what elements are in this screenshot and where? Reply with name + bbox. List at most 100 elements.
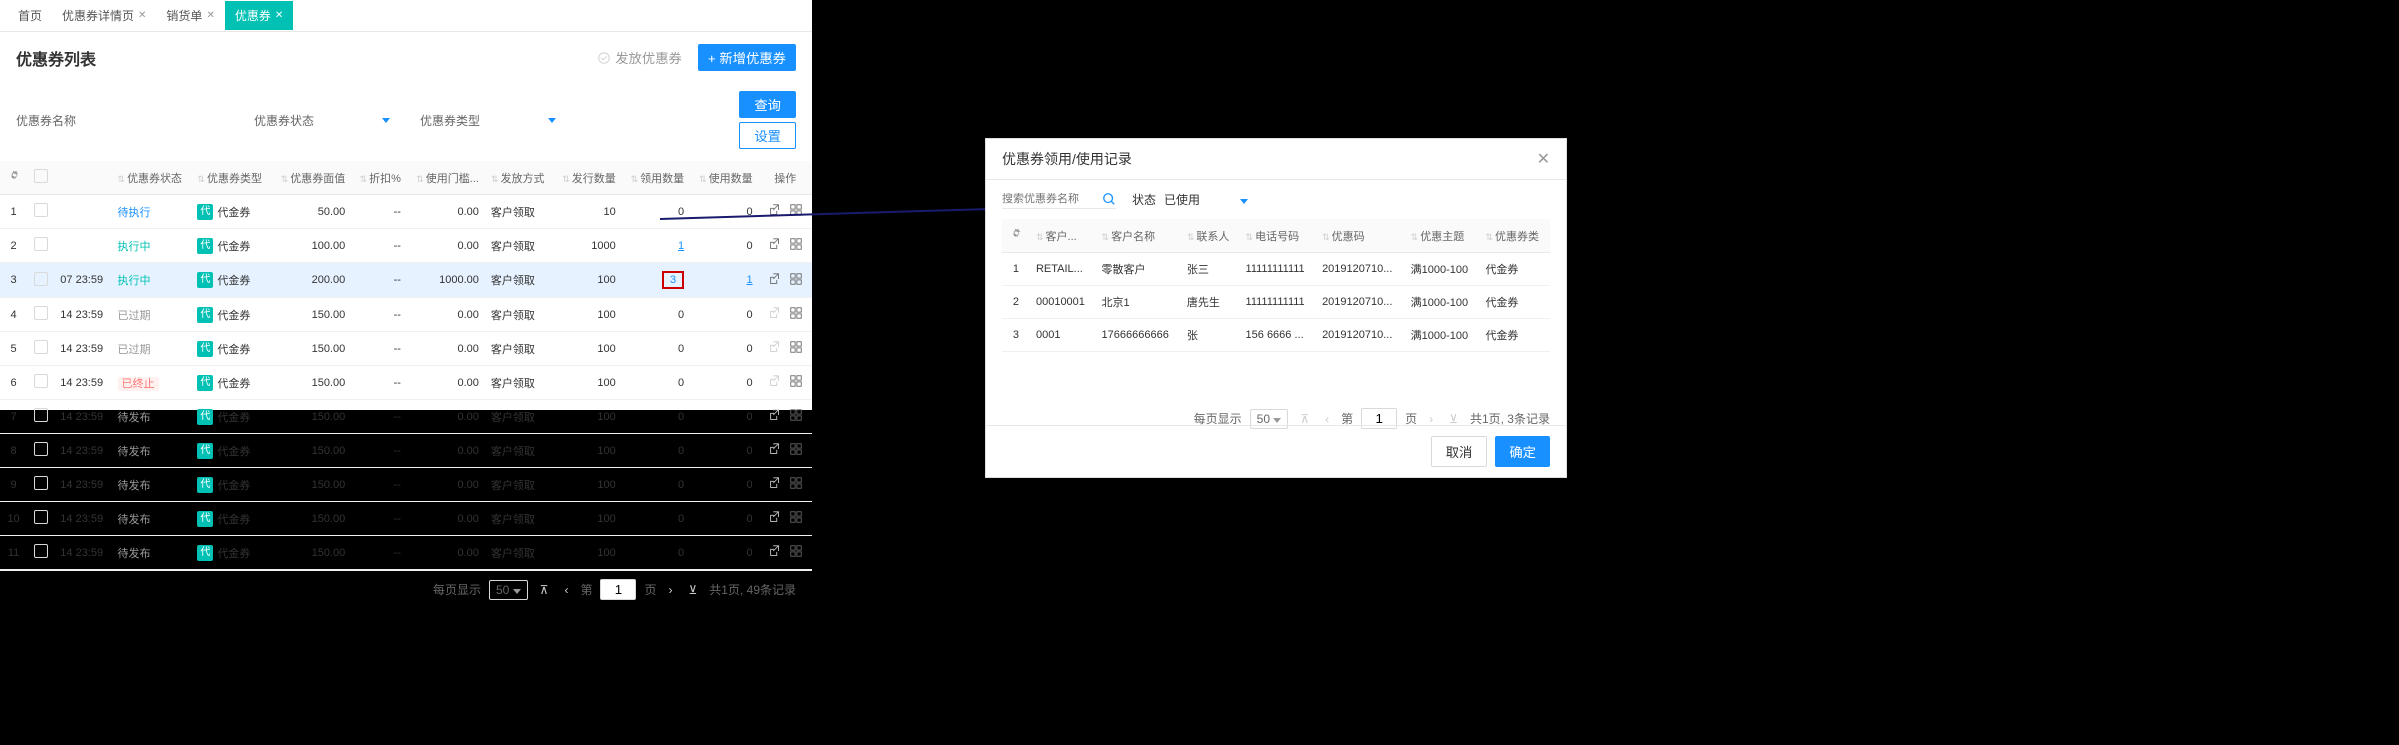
last-page[interactable]: ⊻ bbox=[685, 583, 702, 597]
row-checkbox[interactable] bbox=[34, 306, 48, 320]
col-use-qty[interactable]: ⇅使用数量 bbox=[690, 161, 758, 195]
qr-icon[interactable] bbox=[789, 408, 803, 422]
qr-icon[interactable] bbox=[789, 442, 803, 456]
row-discount: -- bbox=[351, 195, 407, 229]
add-coupon-button[interactable]: + 新增优惠券 bbox=[698, 44, 796, 71]
row-checkbox[interactable] bbox=[34, 408, 48, 422]
tab[interactable]: 首页 bbox=[8, 1, 52, 30]
close-icon[interactable]: ✕ bbox=[138, 10, 146, 21]
modal-col-topic[interactable]: ⇅优惠主题 bbox=[1405, 219, 1480, 253]
qr-icon[interactable] bbox=[789, 272, 803, 286]
col-value[interactable]: ⇅优惠券面值 bbox=[271, 161, 351, 195]
page-input[interactable] bbox=[600, 579, 636, 600]
qr-icon[interactable] bbox=[789, 544, 803, 558]
col-status[interactable]: ⇅优惠券状态 bbox=[112, 161, 192, 195]
filter-type-select[interactable] bbox=[488, 118, 556, 123]
claim-count-link[interactable]: 1 bbox=[678, 240, 684, 252]
close-icon[interactable]: ✕ bbox=[206, 10, 214, 21]
prev-page[interactable]: ‹ bbox=[560, 583, 572, 597]
tab[interactable]: 优惠券✕ bbox=[225, 1, 293, 30]
col-claim-qty[interactable]: ⇅领用数量 bbox=[622, 161, 690, 195]
table-row[interactable]: 7 14 23:59 待发布 代代金券 150.00 -- 0.00 客户领取 … bbox=[0, 400, 812, 434]
table-row[interactable]: 3 07 23:59 执行中 代代金券 200.00 -- 1000.00 客户… bbox=[0, 263, 812, 298]
status-badge: 待发布 bbox=[118, 446, 151, 458]
row-checkbox[interactable] bbox=[34, 374, 48, 388]
tab-label: 优惠券详情页 bbox=[62, 7, 134, 24]
table-row[interactable]: 8 14 23:59 待发布 代代金券 150.00 -- 0.00 客户领取 … bbox=[0, 434, 812, 468]
col-issue-mode[interactable]: ⇅发放方式 bbox=[485, 161, 553, 195]
distribute-coupon-button[interactable]: 发放优惠券 bbox=[589, 44, 690, 71]
col-threshold[interactable]: ⇅使用门槛... bbox=[407, 161, 485, 195]
table-row[interactable]: 6 14 23:59 已终止 代代金券 150.00 -- 0.00 客户领取 … bbox=[0, 366, 812, 400]
table-row[interactable]: 3 0001 17666666666 张 156 6666 ... 201912… bbox=[1002, 319, 1550, 352]
confirm-button[interactable]: 确定 bbox=[1495, 436, 1550, 467]
table-row[interactable]: 5 14 23:59 已过期 代代金券 150.00 -- 0.00 客户领取 … bbox=[0, 332, 812, 366]
qr-icon[interactable] bbox=[789, 374, 803, 388]
table-row[interactable]: 10 14 23:59 待发布 代代金券 150.00 -- 0.00 客户领取… bbox=[0, 502, 812, 536]
first-page[interactable]: ⊼ bbox=[536, 583, 553, 597]
use-count-link[interactable]: 1 bbox=[746, 274, 752, 286]
share-icon[interactable] bbox=[768, 203, 782, 217]
qr-icon[interactable] bbox=[789, 340, 803, 354]
modal-close-button[interactable]: ✕ bbox=[1537, 149, 1550, 169]
tab[interactable]: 优惠券详情页 ✕ bbox=[52, 1, 156, 30]
modal-first-page[interactable]: ⊼ bbox=[1296, 412, 1313, 426]
row-checkbox[interactable] bbox=[34, 237, 48, 251]
next-page[interactable]: › bbox=[665, 583, 677, 597]
modal-search-input[interactable] bbox=[1002, 193, 1102, 205]
col-type[interactable]: ⇅优惠券类型 bbox=[191, 161, 271, 195]
modal-col-contact[interactable]: ⇅联系人 bbox=[1181, 219, 1240, 253]
modal-last-page[interactable]: ⊻ bbox=[1445, 412, 1462, 426]
modal-col-name[interactable]: ⇅客户名称 bbox=[1096, 219, 1181, 253]
col-issue-qty[interactable]: ⇅发行数量 bbox=[553, 161, 621, 195]
voucher-icon: 代 bbox=[197, 307, 213, 323]
modal-prev-page[interactable]: ‹ bbox=[1321, 412, 1333, 426]
row-checkbox[interactable] bbox=[34, 340, 48, 354]
modal-status-select[interactable]: 已使用 bbox=[1164, 191, 1248, 208]
table-row[interactable]: 2 执行中 代代金券 100.00 -- 0.00 客户领取 1000 1 0 bbox=[0, 229, 812, 263]
table-row[interactable]: 1 RETAIL... 零散客户 张三 11111111111 20191207… bbox=[1002, 253, 1550, 286]
modal-col-gear[interactable] bbox=[1002, 219, 1030, 253]
query-button[interactable]: 查询 bbox=[739, 91, 796, 118]
table-row[interactable]: 1 待执行 代代金券 50.00 -- 0.00 客户领取 10 0 0 bbox=[0, 195, 812, 229]
modal-col-no[interactable]: ⇅客户... bbox=[1030, 219, 1096, 253]
table-row[interactable]: 11 14 23:59 待发布 代代金券 150.00 -- 0.00 客户领取… bbox=[0, 536, 812, 570]
claim-count-highlighted[interactable]: 3 bbox=[662, 271, 684, 289]
share-icon[interactable] bbox=[768, 272, 782, 286]
qr-icon[interactable] bbox=[789, 237, 803, 251]
row-checkbox[interactable] bbox=[34, 442, 48, 456]
filter-name-input[interactable] bbox=[84, 110, 224, 130]
tab[interactable]: 销货单✕ bbox=[156, 1, 224, 30]
close-icon[interactable]: ✕ bbox=[275, 10, 283, 21]
row-value: 150.00 bbox=[271, 332, 351, 366]
table-row[interactable]: 9 14 23:59 待发布 代代金券 150.00 -- 0.00 客户领取 … bbox=[0, 468, 812, 502]
row-checkbox[interactable] bbox=[34, 544, 48, 558]
modal-search[interactable] bbox=[1002, 190, 1116, 209]
per-page-select[interactable]: 50 bbox=[489, 580, 528, 600]
modal-col-code[interactable]: ⇅优惠码 bbox=[1316, 219, 1405, 253]
modal-next-page[interactable]: › bbox=[1425, 412, 1437, 426]
qr-icon[interactable] bbox=[789, 203, 803, 217]
qr-icon[interactable] bbox=[789, 476, 803, 490]
table-row[interactable]: 2 00010001 北京1 唐先生 11111111111 201912071… bbox=[1002, 286, 1550, 319]
row-checkbox[interactable] bbox=[34, 203, 48, 217]
filter-status-select[interactable] bbox=[322, 118, 390, 123]
modal-col-cat[interactable]: ⇅优惠券类 bbox=[1479, 219, 1550, 253]
col-gear[interactable] bbox=[0, 161, 27, 195]
qr-icon[interactable] bbox=[789, 510, 803, 524]
qr-icon[interactable] bbox=[789, 306, 803, 320]
table-row[interactable]: 4 14 23:59 已过期 代代金券 150.00 -- 0.00 客户领取 … bbox=[0, 298, 812, 332]
col-discount[interactable]: ⇅折扣% bbox=[351, 161, 407, 195]
settings-button[interactable]: 设置 bbox=[739, 122, 796, 149]
cancel-button[interactable]: 取消 bbox=[1431, 436, 1488, 467]
row-checkbox[interactable] bbox=[34, 272, 48, 286]
row-checkbox[interactable] bbox=[34, 476, 48, 490]
share-icon[interactable] bbox=[768, 237, 782, 251]
row-index: 9 bbox=[0, 468, 27, 502]
type-badge: 代代金券 bbox=[197, 307, 250, 323]
tabs-bar: 首页优惠券详情页✕销货单✕优惠券✕ bbox=[0, 0, 812, 32]
gear-icon bbox=[7, 169, 21, 183]
modal-col-phone[interactable]: ⇅电话号码 bbox=[1240, 219, 1317, 253]
col-checkbox[interactable] bbox=[27, 161, 54, 195]
row-checkbox[interactable] bbox=[34, 510, 48, 524]
